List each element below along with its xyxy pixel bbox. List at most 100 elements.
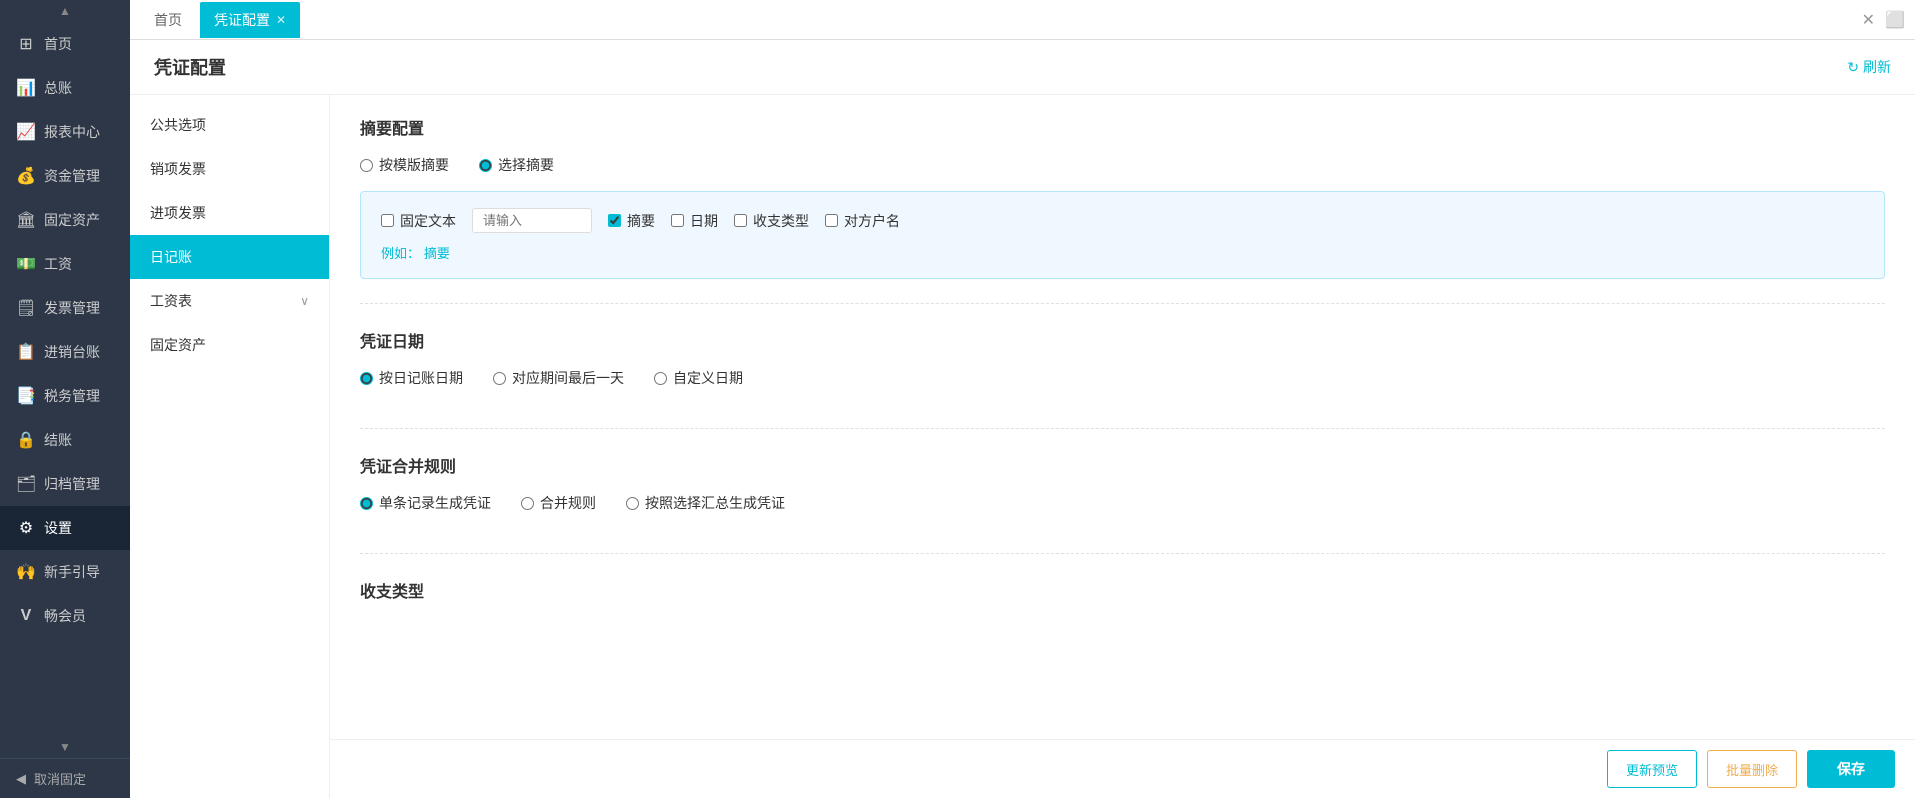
voucher-date-radio-group: 按日记账日期 对应期间最后一天 自定义日期 <box>360 368 1885 388</box>
tab-voucher-config-label: 凭证配置 <box>214 10 270 30</box>
vip-icon: V <box>16 607 36 625</box>
assets-icon: 🏛 <box>16 210 36 230</box>
radio-template-summary[interactable]: 按模版摘要 <box>360 155 449 175</box>
check-fixed-text[interactable]: 固定文本 <box>381 211 456 231</box>
radio-select-merge[interactable]: 按照选择汇总生成凭证 <box>626 493 785 513</box>
guide-icon: 🙌 <box>16 562 36 582</box>
sidebar-item-label: 结账 <box>44 430 72 450</box>
check-income-type[interactable]: 收支类型 <box>734 211 809 231</box>
ledger-icon: 📊 <box>16 78 36 98</box>
left-nav-public[interactable]: 公共选项 <box>130 103 329 147</box>
check-date[interactable]: 日期 <box>671 211 718 231</box>
radio-select-summary-input[interactable] <box>479 159 492 172</box>
sidebar-item-tax[interactable]: 📑 税务管理 <box>0 374 130 418</box>
batch-delete-button[interactable]: 批量删除 <box>1707 750 1797 788</box>
check-fixed-text-input[interactable] <box>381 214 394 227</box>
tab-home-label: 首页 <box>154 10 182 30</box>
sidebar-item-ledger[interactable]: 📊 总账 <box>0 66 130 110</box>
check-summary[interactable]: 摘要 <box>608 211 655 231</box>
check-summary-label: 摘要 <box>627 211 655 231</box>
left-nav-sales-invoice[interactable]: 销项发票 <box>130 147 329 191</box>
check-income-type-input[interactable] <box>734 214 747 227</box>
radio-last-day[interactable]: 对应期间最后一天 <box>493 368 624 388</box>
sidebar-cancel-pin[interactable]: ◀ 取消固定 <box>0 758 130 798</box>
radio-template-summary-input[interactable] <box>360 159 373 172</box>
window-close-button[interactable]: ✕ <box>1862 10 1875 30</box>
sidebar-scroll-up[interactable]: ▲ <box>0 0 130 22</box>
refresh-label: 刷新 <box>1863 57 1891 77</box>
left-nav-payroll-table[interactable]: 工资表 ∨ <box>130 279 329 323</box>
sidebar-item-funds[interactable]: 💰 资金管理 <box>0 154 130 198</box>
sidebar-item-home[interactable]: ⊞ 首页 <box>0 22 130 66</box>
sidebar-item-guide[interactable]: 🙌 新手引导 <box>0 550 130 594</box>
summary-config-section: 摘要配置 按模版摘要 选择摘要 <box>360 115 1885 304</box>
radio-custom-date-input[interactable] <box>654 372 667 385</box>
left-nav-purchase-invoice[interactable]: 进项发票 <box>130 191 329 235</box>
reports-icon: 📈 <box>16 122 36 142</box>
update-preview-button[interactable]: 更新预览 <box>1607 750 1697 788</box>
radio-select-summary-label: 选择摘要 <box>498 155 554 175</box>
radio-single[interactable]: 单条记录生成凭证 <box>360 493 491 513</box>
tab-voucher-config[interactable]: 凭证配置 ✕ <box>200 2 300 38</box>
radio-select-summary[interactable]: 选择摘要 <box>479 155 554 175</box>
sidebar-item-in-out[interactable]: 📋 进销台账 <box>0 330 130 374</box>
save-button[interactable]: 保存 <box>1807 750 1895 788</box>
summary-config-box: 固定文本 摘要 日期 <box>360 191 1885 279</box>
left-nav-purchase-label: 进项发票 <box>150 203 206 223</box>
radio-journal-date-input[interactable] <box>360 372 373 385</box>
sidebar-item-label: 资金管理 <box>44 166 100 186</box>
sidebar-item-settings[interactable]: ⚙ 设置 <box>0 506 130 550</box>
tax-icon: 📑 <box>16 386 36 406</box>
summary-mode-radio-group: 按模版摘要 选择摘要 <box>360 155 1885 175</box>
check-counterpart-input[interactable] <box>825 214 838 227</box>
sidebar-scroll-down[interactable]: ▼ <box>0 736 130 758</box>
pin-icon: ◀ <box>16 771 26 787</box>
radio-last-day-input[interactable] <box>493 372 506 385</box>
left-nav-public-label: 公共选项 <box>150 115 206 135</box>
radio-select-merge-input[interactable] <box>626 497 639 510</box>
sidebar-item-assets[interactable]: 🏛 固定资产 <box>0 198 130 242</box>
sidebar-item-label: 首页 <box>44 34 72 54</box>
window-maximize-button[interactable]: ⬜ <box>1885 10 1905 30</box>
tab-home[interactable]: 首页 <box>140 2 196 38</box>
sidebar-items: ⊞ 首页 📊 总账 📈 报表中心 💰 资金管理 🏛 固定资产 💵 工资 🗒 发票… <box>0 22 130 736</box>
sidebar-item-invoice-mgmt[interactable]: 🗒 发票管理 <box>0 286 130 330</box>
sidebar-item-label: 固定资产 <box>44 210 100 230</box>
check-counterpart[interactable]: 对方户名 <box>825 211 900 231</box>
left-nav-sales-label: 销项发票 <box>150 159 206 179</box>
sidebar-item-payroll[interactable]: 💵 工资 <box>0 242 130 286</box>
check-summary-input[interactable] <box>608 214 621 227</box>
left-nav-fixed-assets[interactable]: 固定资产 <box>130 323 329 367</box>
check-date-input[interactable] <box>671 214 684 227</box>
tab-close-icon[interactable]: ✕ <box>276 13 286 27</box>
summary-checks: 固定文本 摘要 日期 <box>381 208 1864 233</box>
sidebar-item-vip[interactable]: V 畅会员 <box>0 594 130 638</box>
radio-merge-input[interactable] <box>521 497 534 510</box>
sidebar-item-archive[interactable]: 🗂 归档管理 <box>0 462 130 506</box>
radio-custom-date[interactable]: 自定义日期 <box>654 368 743 388</box>
radio-journal-date[interactable]: 按日记账日期 <box>360 368 463 388</box>
radio-single-input[interactable] <box>360 497 373 510</box>
funds-icon: 💰 <box>16 166 36 186</box>
merge-rules-section: 凭证合并规则 单条记录生成凭证 合并规则 <box>360 453 1885 554</box>
left-nav-payroll-label: 工资表 <box>150 291 192 311</box>
sidebar: ▲ ⊞ 首页 📊 总账 📈 报表中心 💰 资金管理 🏛 固定资产 💵 工资 🗒 … <box>0 0 130 798</box>
sidebar-item-label: 设置 <box>44 518 72 538</box>
close-books-icon: 🔒 <box>16 430 36 450</box>
left-nav-journal[interactable]: 日记账 <box>130 235 329 279</box>
sidebar-item-reports[interactable]: 📈 报表中心 <box>0 110 130 154</box>
invoice-mgmt-icon: 🗒 <box>16 298 36 318</box>
radio-merge[interactable]: 合并规则 <box>521 493 596 513</box>
radio-journal-date-label: 按日记账日期 <box>379 368 463 388</box>
check-date-label: 日期 <box>690 211 718 231</box>
sidebar-item-close[interactable]: 🔒 结账 <box>0 418 130 462</box>
left-nav-fixed-assets-label: 固定资产 <box>150 335 206 355</box>
settings-icon: ⚙ <box>16 518 36 538</box>
refresh-icon: ↻ <box>1847 59 1859 76</box>
refresh-button[interactable]: ↻ 刷新 <box>1847 57 1891 77</box>
fixed-text-input[interactable] <box>472 208 592 233</box>
sidebar-item-label: 报表中心 <box>44 122 100 142</box>
merge-rules-title: 凭证合并规则 <box>360 453 1885 477</box>
merge-rules-radio-group: 单条记录生成凭证 合并规则 按照选择汇总生成凭证 <box>360 493 1885 513</box>
voucher-date-title: 凭证日期 <box>360 328 1885 352</box>
